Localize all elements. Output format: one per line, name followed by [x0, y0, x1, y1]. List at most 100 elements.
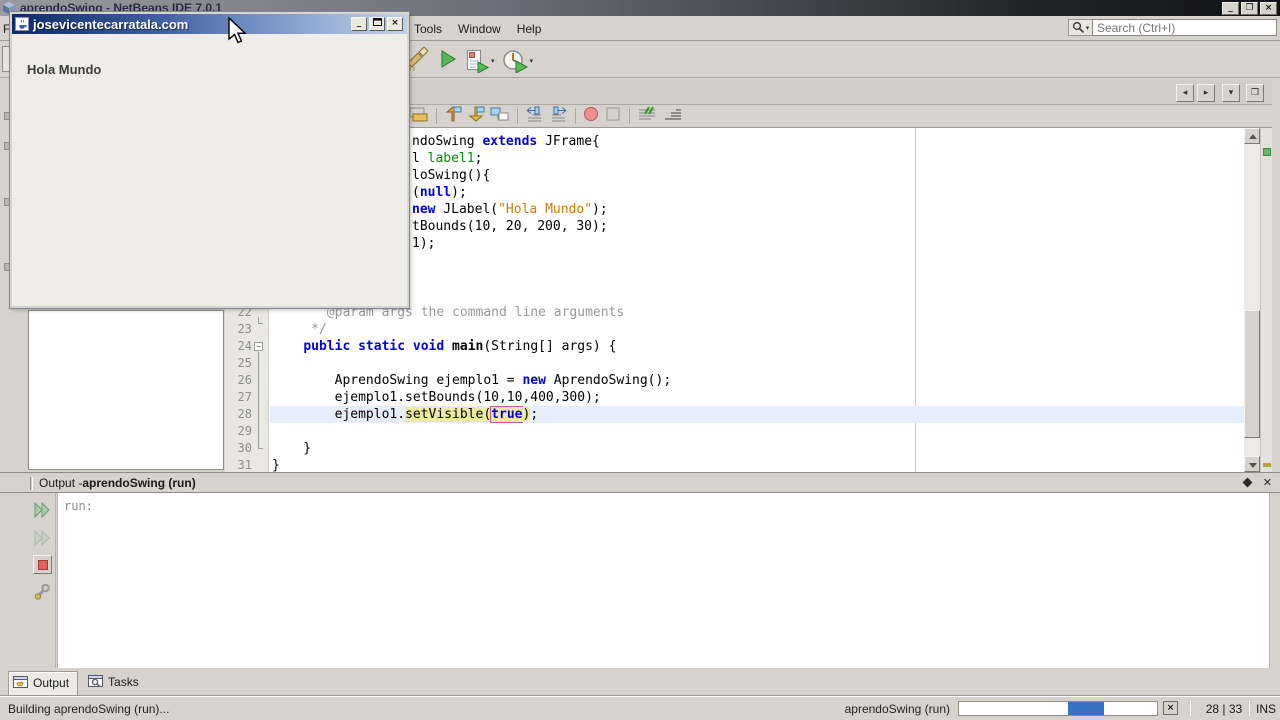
stop-macro-icon[interactable]	[605, 106, 622, 126]
code-text: }	[272, 441, 312, 456]
code-line-23[interactable]: 23 */	[225, 321, 1244, 338]
tab-list-dropdown-icon[interactable]: ▾	[1222, 84, 1240, 102]
search-box: ▾	[1068, 19, 1277, 36]
app-window[interactable]: josevicentecarratala.com _ × Hola Mundo	[9, 11, 410, 309]
back-icon[interactable]	[444, 106, 462, 126]
app-maximize-icon[interactable]	[369, 17, 385, 31]
separator	[629, 108, 630, 124]
code-fragment[interactable]: 1);	[412, 235, 435, 252]
menu-help[interactable]: Help	[509, 19, 550, 39]
run-project-icon[interactable]	[438, 48, 458, 73]
java-coffee-icon	[15, 17, 29, 31]
caret-position: 28 | 33	[1205, 702, 1243, 716]
drag-handle[interactable]	[30, 476, 33, 490]
uncomment-icon[interactable]	[663, 106, 684, 126]
code-fragment[interactable]: (null);	[412, 184, 467, 201]
code-line-24[interactable]: 24 public static void main(String[] args…	[225, 338, 1244, 355]
projects-panel[interactable]	[28, 310, 224, 470]
stop-build-icon[interactable]	[33, 555, 52, 574]
search-icon[interactable]: ▾	[1068, 19, 1092, 36]
rerun-icon[interactable]	[33, 501, 51, 522]
code-text: public static void main(String[] args) {	[303, 339, 617, 354]
code-line-27[interactable]: 27 ejemplo1.setBounds(10,10,400,300);	[225, 389, 1244, 406]
code-fragment[interactable]: loSwing(){	[412, 167, 490, 184]
output-header[interactable]: Output - aprendoSwing (run) ✕	[0, 474, 1280, 493]
tab-tasks[interactable]: Tasks	[84, 671, 147, 694]
console-text: run:	[64, 499, 93, 513]
profile-dropdown-icon[interactable]: ▾	[530, 57, 534, 65]
search-dropdown-icon[interactable]: ▾	[1086, 24, 1090, 32]
app-window-titlebar[interactable]: josevicentecarratala.com _ ×	[12, 14, 407, 34]
code-text: */	[272, 322, 327, 337]
output-body: run:	[0, 493, 1280, 669]
code-line-29[interactable]: 29	[225, 423, 1244, 440]
code-line-30[interactable]: 30 }	[225, 440, 1244, 457]
scroll-up-icon[interactable]	[1244, 128, 1260, 144]
editor-vscrollbar[interactable]	[1244, 128, 1260, 472]
ant-settings-icon[interactable]	[33, 583, 51, 604]
close-window-icon[interactable]: ✕	[1263, 477, 1272, 488]
code-line-25[interactable]: 25	[225, 355, 1244, 372]
output-panel: Output - aprendoSwing (run) ✕ run:	[0, 472, 1280, 669]
shift-right-icon[interactable]	[549, 106, 568, 126]
status-task-label: aprendoSwing (run)	[844, 702, 950, 716]
tab-output[interactable]: Output	[8, 671, 79, 696]
tab-scroll-left-icon[interactable]: ◂	[1176, 84, 1194, 102]
build-progress-bar	[958, 701, 1158, 716]
maximize-editor-icon[interactable]: ❐	[1246, 84, 1264, 102]
debug-project-icon[interactable]: ▾	[466, 49, 495, 73]
tab-label: Tasks	[108, 675, 139, 689]
fold-end-corner	[258, 442, 263, 449]
netbeans-ide: aprendoSwing - NetBeans IDE 7.0.1 _ ❐ × …	[0, 0, 1280, 720]
debug-dropdown-icon[interactable]: ▾	[491, 57, 495, 65]
separator	[1190, 701, 1191, 716]
line-number: 29	[237, 424, 252, 438]
restore-icon[interactable]: ❐	[1241, 2, 1258, 15]
line-number: 28	[237, 407, 252, 421]
app-close-icon[interactable]: ×	[387, 17, 403, 31]
line-number: 24	[237, 339, 252, 353]
tab-label: Output	[33, 676, 70, 690]
comment-icon[interactable]	[637, 106, 658, 126]
search-input[interactable]	[1092, 19, 1277, 36]
code-fragment[interactable]: new JLabel("Hola Mundo");	[412, 201, 608, 218]
code-fragment[interactable]: tBounds(10, 20, 200, 30);	[412, 218, 608, 235]
no-errors-badge	[1263, 148, 1271, 156]
close-icon[interactable]: ×	[1260, 2, 1277, 15]
start-macro-icon[interactable]	[583, 106, 600, 126]
bottom-tab-bar: Output Tasks	[0, 668, 1280, 696]
scrollbar-thumb[interactable]	[1244, 310, 1260, 438]
insert-mode-indicator: INS	[1256, 702, 1277, 716]
minimize-window-group-icon[interactable]	[1242, 477, 1253, 488]
shift-left-icon[interactable]	[525, 106, 544, 126]
app-window-title: josevicentecarratala.com	[33, 16, 189, 32]
code-line-31[interactable]: 31}	[225, 457, 1244, 472]
caret-position-mark	[1263, 463, 1271, 467]
progress-chunk	[1068, 702, 1104, 715]
code-fragment[interactable]: ndoSwing extends JFrame{	[412, 133, 600, 150]
minimize-icon[interactable]: _	[1222, 2, 1239, 15]
output-console[interactable]: run:	[57, 493, 1270, 669]
tab-scroll-right-icon[interactable]: ▸	[1197, 84, 1215, 102]
forward-icon[interactable]	[467, 106, 485, 126]
rerun-with-args-icon[interactable]	[33, 529, 51, 550]
toggle-bookmark-icon[interactable]	[490, 106, 510, 126]
toolbar-partial-button[interactable]	[2, 46, 10, 72]
code-line-26[interactable]: 26 AprendoSwing ejemplo1 = new AprendoSw…	[225, 372, 1244, 389]
code-fragment[interactable]: l label1;	[412, 150, 482, 167]
fold-line	[258, 352, 259, 449]
separator	[575, 108, 576, 124]
line-number: 31	[237, 458, 252, 472]
profile-project-icon[interactable]: ▾	[502, 49, 534, 73]
code-line-28[interactable]: 28 ejemplo1.setVisible(true);	[225, 406, 1244, 423]
fold-collapse-icon[interactable]: −	[254, 342, 263, 351]
menu-items: Tools Window Help	[406, 18, 549, 39]
menu-window[interactable]: Window	[450, 19, 509, 39]
code-text: ejemplo1.setVisible(true);	[272, 407, 539, 422]
cancel-build-icon[interactable]: ×	[1163, 701, 1178, 715]
scroll-down-icon[interactable]	[1244, 456, 1260, 472]
last-edit-icon[interactable]	[409, 106, 429, 126]
menu-tools[interactable]: Tools	[406, 19, 450, 39]
output-tab-icon	[13, 674, 29, 692]
app-minimize-icon[interactable]: _	[351, 17, 367, 31]
